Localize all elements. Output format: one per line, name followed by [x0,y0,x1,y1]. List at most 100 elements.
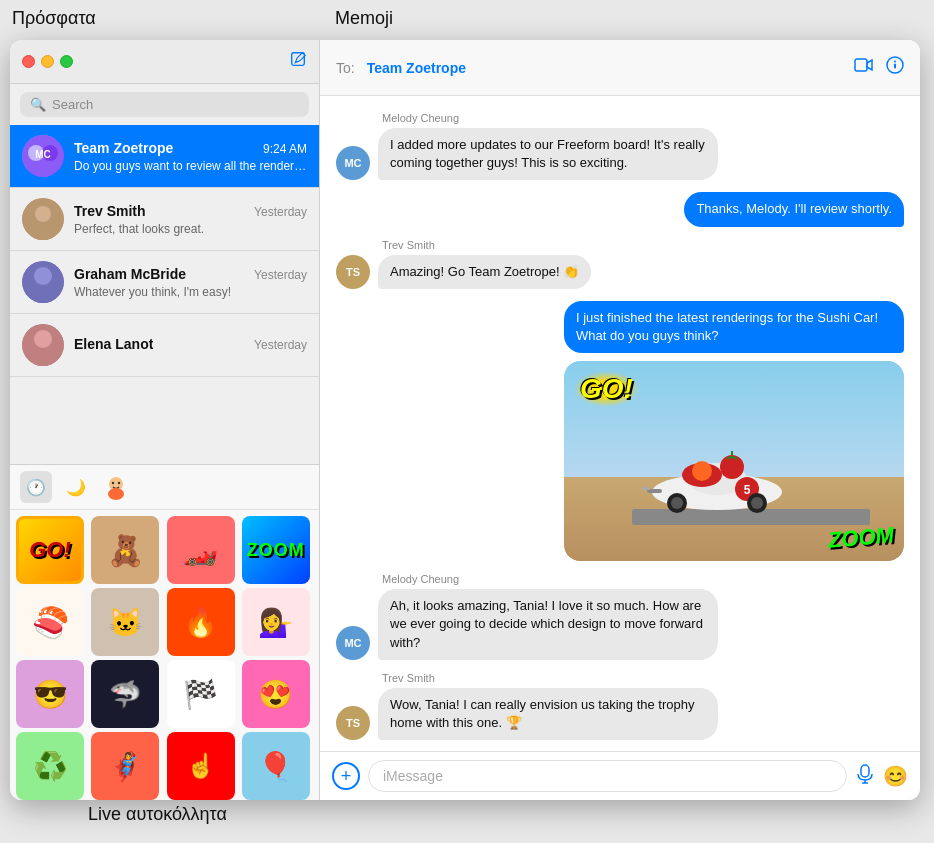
conv-name-graham-mcbride: Graham McBride [74,266,186,282]
sticker-balloon[interactable]: 🎈 [242,732,310,800]
sushi-car-image: 5 [564,361,904,561]
sticker-superhero[interactable]: 🦸‍♀️ [91,732,159,800]
svg-point-20 [894,61,896,63]
avatar-mc-1: MC [336,146,370,180]
conversation-item-trev-smith[interactable]: Trev Smith Yesterday Perfect, that looks… [10,188,319,251]
sticker-zoom[interactable]: ZOOM [242,516,310,584]
conversation-item-elena-lanot[interactable]: Elena Lanot Yesterday [10,314,319,377]
close-button[interactable] [22,55,35,68]
svg-point-12 [34,330,52,348]
sidebar: 🔍 Search MC Team Zoetrope 9 [10,40,320,800]
conv-preview-graham-mcbride: Whatever you think, I'm easy! [74,285,307,299]
chat-recipient-name: Team Zoetrope [367,60,842,76]
svg-point-9 [34,267,52,285]
message-group-5: Melody Cheung MC Ah, it looks amazing, T… [336,573,904,660]
sender-label-trev-2: Trev Smith [336,672,904,684]
sticker-tab-memoji[interactable] [100,471,132,503]
svg-rect-18 [855,59,867,71]
sender-label-trev-1: Trev Smith [336,239,904,251]
go-sticker-overlay: GO! [574,371,639,407]
sticker-sunglasses[interactable]: 😎 [16,660,84,728]
svg-text:5: 5 [744,483,751,497]
sticker-cat[interactable]: 🐱 [91,588,159,656]
svg-point-25 [692,461,712,481]
emoji-button[interactable]: 😊 [883,764,908,788]
svg-point-16 [118,482,120,484]
message-row-4: I just finished the latest renderings fo… [336,301,904,353]
audio-record-button[interactable] [855,764,875,789]
titlebar [10,40,319,84]
sticker-tab-moon[interactable]: 🌙 [60,471,92,503]
svg-point-15 [112,482,114,484]
svg-rect-21 [894,64,896,69]
message-input[interactable]: iMessage [368,760,847,792]
conv-name-trev-smith: Trev Smith [74,203,146,219]
search-input[interactable]: Search [52,97,93,112]
chat-header: To: Team Zoetrope [320,40,920,96]
sender-label-melody-1: Melody Cheung [336,112,904,124]
conv-content-elena-lanot: Elena Lanot Yesterday [74,336,307,355]
sticker-tabs: 🕐 🌙 [10,465,319,510]
sushi-car-image-message: 5 [564,361,904,561]
annotation-memoji: Memoji [335,8,393,29]
svg-text:MC: MC [35,149,51,160]
sticker-foam-finger[interactable]: ☝️ [167,732,235,800]
svg-rect-10 [29,292,57,303]
maximize-button[interactable] [60,55,73,68]
message-group-1: Melody Cheung MC I added more updates to… [336,112,904,180]
traffic-lights [22,55,73,68]
sticker-bear[interactable]: 🧸 [91,516,159,584]
conv-name-team-zoetrope: Team Zoetrope [74,140,173,156]
message-bubble-2: Thanks, Melody. I'll review shortly. [684,192,904,226]
message-group-3: Trev Smith TS Amazing! Go Team Zoetrope!… [336,239,904,289]
sticker-recycle[interactable]: ♻️ [16,732,84,800]
conversation-item-graham-mcbride[interactable]: Graham McBride Yesterday Whatever you th… [10,251,319,314]
avatar-graham-mcbride [22,261,64,303]
add-attachment-button[interactable]: + [332,762,360,790]
svg-point-31 [751,497,763,509]
avatar-elena-lanot [22,324,64,366]
message-row-image: 5 [336,361,904,561]
chat-messages: Melody Cheung MC I added more updates to… [320,96,920,751]
conv-content-team-zoetrope: Team Zoetrope 9:24 AM Do you guys want t… [74,140,307,173]
message-row-5: MC Ah, it looks amazing, Tania! I love i… [336,589,904,660]
message-bubble-3: Amazing! Go Team Zoetrope! 👏 [378,255,591,289]
chat-to-label: To: [336,60,355,76]
sticker-fire[interactable]: 🔥 [167,588,235,656]
message-bubble-1: I added more updates to our Freeform boa… [378,128,718,180]
search-bar[interactable]: 🔍 Search [20,92,309,117]
message-group-4: I just finished the latest renderings fo… [336,301,904,561]
sticker-go[interactable]: GO! [16,516,84,584]
message-bubble-4: I just finished the latest renderings fo… [564,301,904,353]
sticker-grid: GO! 🧸 🏎️ ZOOM 🍣 🐱 🔥 💁‍♀️ 😎 🦈 🏁 😍 ♻️ 🦸‍♀️… [10,510,319,800]
sticker-sushi[interactable]: 🍣 [16,588,84,656]
video-call-button[interactable] [854,57,874,78]
message-group-6: Trev Smith TS Wow, Tania! I can really e… [336,672,904,740]
info-button[interactable] [886,56,904,79]
messages-window: 🔍 Search MC Team Zoetrope 9 [10,40,920,800]
svg-point-32 [720,455,744,479]
svg-rect-35 [861,765,869,777]
sticker-shark[interactable]: 🦈 [91,660,159,728]
minimize-button[interactable] [41,55,54,68]
compose-button[interactable] [289,50,307,73]
chat-header-actions [854,56,904,79]
sticker-racecar[interactable]: 🏎️ [167,516,235,584]
conversation-list: MC Team Zoetrope 9:24 AM Do you guys wan… [10,125,319,464]
search-icon: 🔍 [30,97,46,112]
sticker-heart-eyes[interactable]: 😍 [242,660,310,728]
svg-point-29 [671,497,683,509]
sticker-checkered[interactable]: 🏁 [167,660,235,728]
avatar-trev-smith [22,198,64,240]
sticker-girl-drink[interactable]: 💁‍♀️ [242,588,310,656]
conversation-item-team-zoetrope[interactable]: MC Team Zoetrope 9:24 AM Do you guys wan… [10,125,319,188]
message-group-2: Thanks, Melody. I'll review shortly. [336,192,904,226]
conv-preview-team-zoetrope: Do you guys want to review all the rende… [74,159,307,173]
sticker-tab-recent[interactable]: 🕐 [20,471,52,503]
conv-content-graham-mcbride: Graham McBride Yesterday Whatever you th… [74,266,307,299]
message-bubble-6: Wow, Tania! I can really envision us tak… [378,688,718,740]
avatar-mc-2: MC [336,626,370,660]
svg-point-6 [35,206,51,222]
svg-rect-13 [29,355,57,366]
avatar-ts-2: TS [336,706,370,740]
